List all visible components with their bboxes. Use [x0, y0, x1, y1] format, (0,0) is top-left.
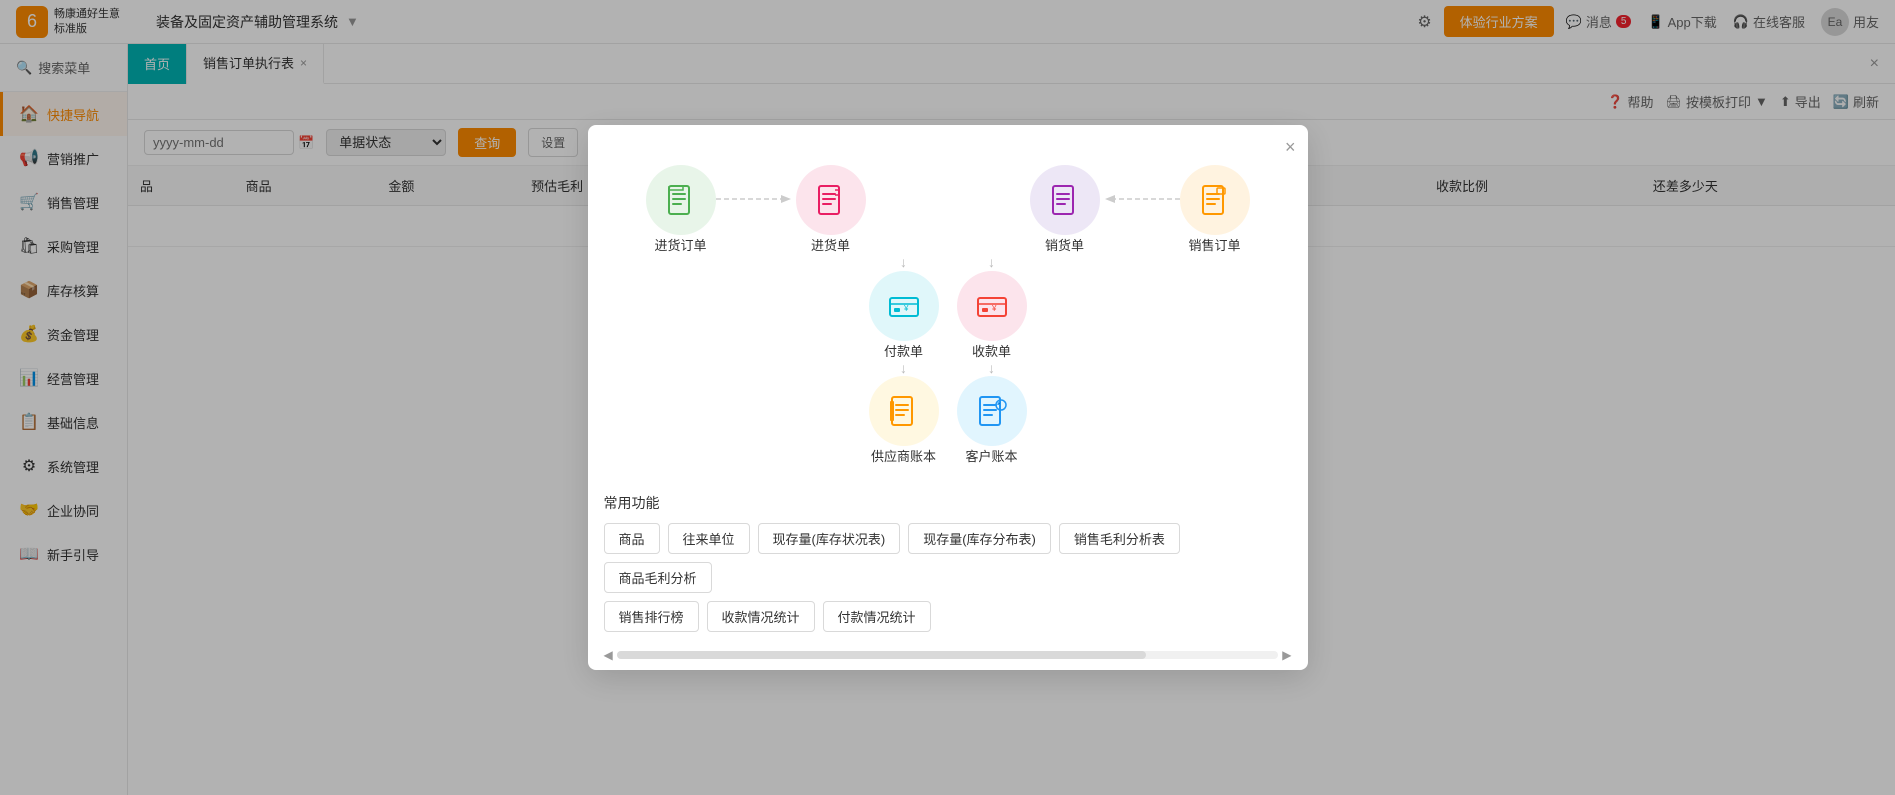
purchase-bill-label: 进货单: [811, 235, 850, 254]
scroll-left-icon[interactable]: ◀: [604, 648, 613, 662]
btn-product[interactable]: 商品: [604, 523, 660, 554]
arrow-down-customer: ↓: [988, 360, 995, 377]
receipt-bill-label: 收款单: [972, 341, 1011, 360]
common-functions: 常用功能 商品 往来单位 现存量(库存状况表) 现存量(库存分布表) 销售毛利分…: [588, 481, 1308, 640]
modal-close-icon[interactable]: ×: [1285, 137, 1296, 158]
payment-bill-label: 付款单: [884, 341, 923, 360]
common-title: 常用功能: [604, 493, 1292, 513]
supplier-ledger-icon: [869, 376, 939, 446]
arrow-down-payment: ↓: [900, 254, 907, 271]
btn-sales-margin[interactable]: 销售毛利分析表: [1059, 523, 1180, 554]
flow-purchase-bill: 进货单: [796, 165, 866, 254]
customer-ledger-label: 客户账本: [965, 446, 1017, 465]
purchase-order-icon: [646, 165, 716, 235]
btn-sales-ranking[interactable]: 销售排行榜: [604, 601, 699, 632]
sales-order-label: 销售订单: [1188, 235, 1240, 254]
purchase-bill-icon: [796, 165, 866, 235]
scroll-track: [617, 651, 1279, 659]
flow-sales-bill: 销货单: [1030, 165, 1100, 254]
modal-body: 进货订单 进货单: [588, 125, 1308, 482]
btn-stock-dist[interactable]: 现存量(库存分布表): [908, 523, 1051, 554]
customer-ledger-icon: [957, 376, 1027, 446]
svg-text:¥: ¥: [903, 304, 909, 313]
flow-supplier-ledger: 供应商账本: [869, 376, 939, 465]
flow-modal: × 进货订单: [588, 125, 1308, 671]
btn-payment-stats[interactable]: 付款情况统计: [823, 601, 931, 632]
payment-bill-icon: ¥: [869, 271, 939, 341]
arrow-down-receipt: ↓: [988, 254, 995, 271]
sales-bill-icon: [1030, 165, 1100, 235]
common-buttons-row2: 销售排行榜 收款情况统计 付款情况统计: [604, 601, 1292, 632]
common-buttons-row: 商品 往来单位 现存量(库存状况表) 现存量(库存分布表) 销售毛利分析表 商品…: [604, 523, 1292, 593]
flow-purchase-order: 进货订单: [646, 165, 716, 254]
btn-product-margin[interactable]: 商品毛利分析: [604, 562, 712, 593]
sales-order-icon: [1180, 165, 1250, 235]
scroll-right-icon[interactable]: ▶: [1282, 648, 1291, 662]
btn-partner[interactable]: 往来单位: [668, 523, 750, 554]
flow-payment-bill: ¥ 付款单: [869, 271, 939, 360]
sales-bill-label: 销货单: [1045, 235, 1084, 254]
flow-receipt-bill: ¥ 收款单: [957, 271, 1027, 360]
receipt-bill-icon: ¥: [957, 271, 1027, 341]
arrow-down-supplier: ↓: [900, 360, 907, 377]
modal-overlay[interactable]: × 进货订单: [0, 0, 1895, 795]
svg-text:¥: ¥: [991, 304, 997, 313]
btn-receipt-stats[interactable]: 收款情况统计: [707, 601, 815, 632]
flow-customer-ledger: 客户账本: [957, 376, 1027, 465]
scroll-thumb[interactable]: [617, 651, 1146, 659]
purchase-order-label: 进货订单: [654, 235, 706, 254]
supplier-ledger-label: 供应商账本: [871, 446, 936, 465]
modal-scrollbar: ◀ ▶: [588, 640, 1308, 670]
btn-stock-status[interactable]: 现存量(库存状况表): [758, 523, 901, 554]
flow-sales-order: 销售订单: [1180, 165, 1250, 254]
